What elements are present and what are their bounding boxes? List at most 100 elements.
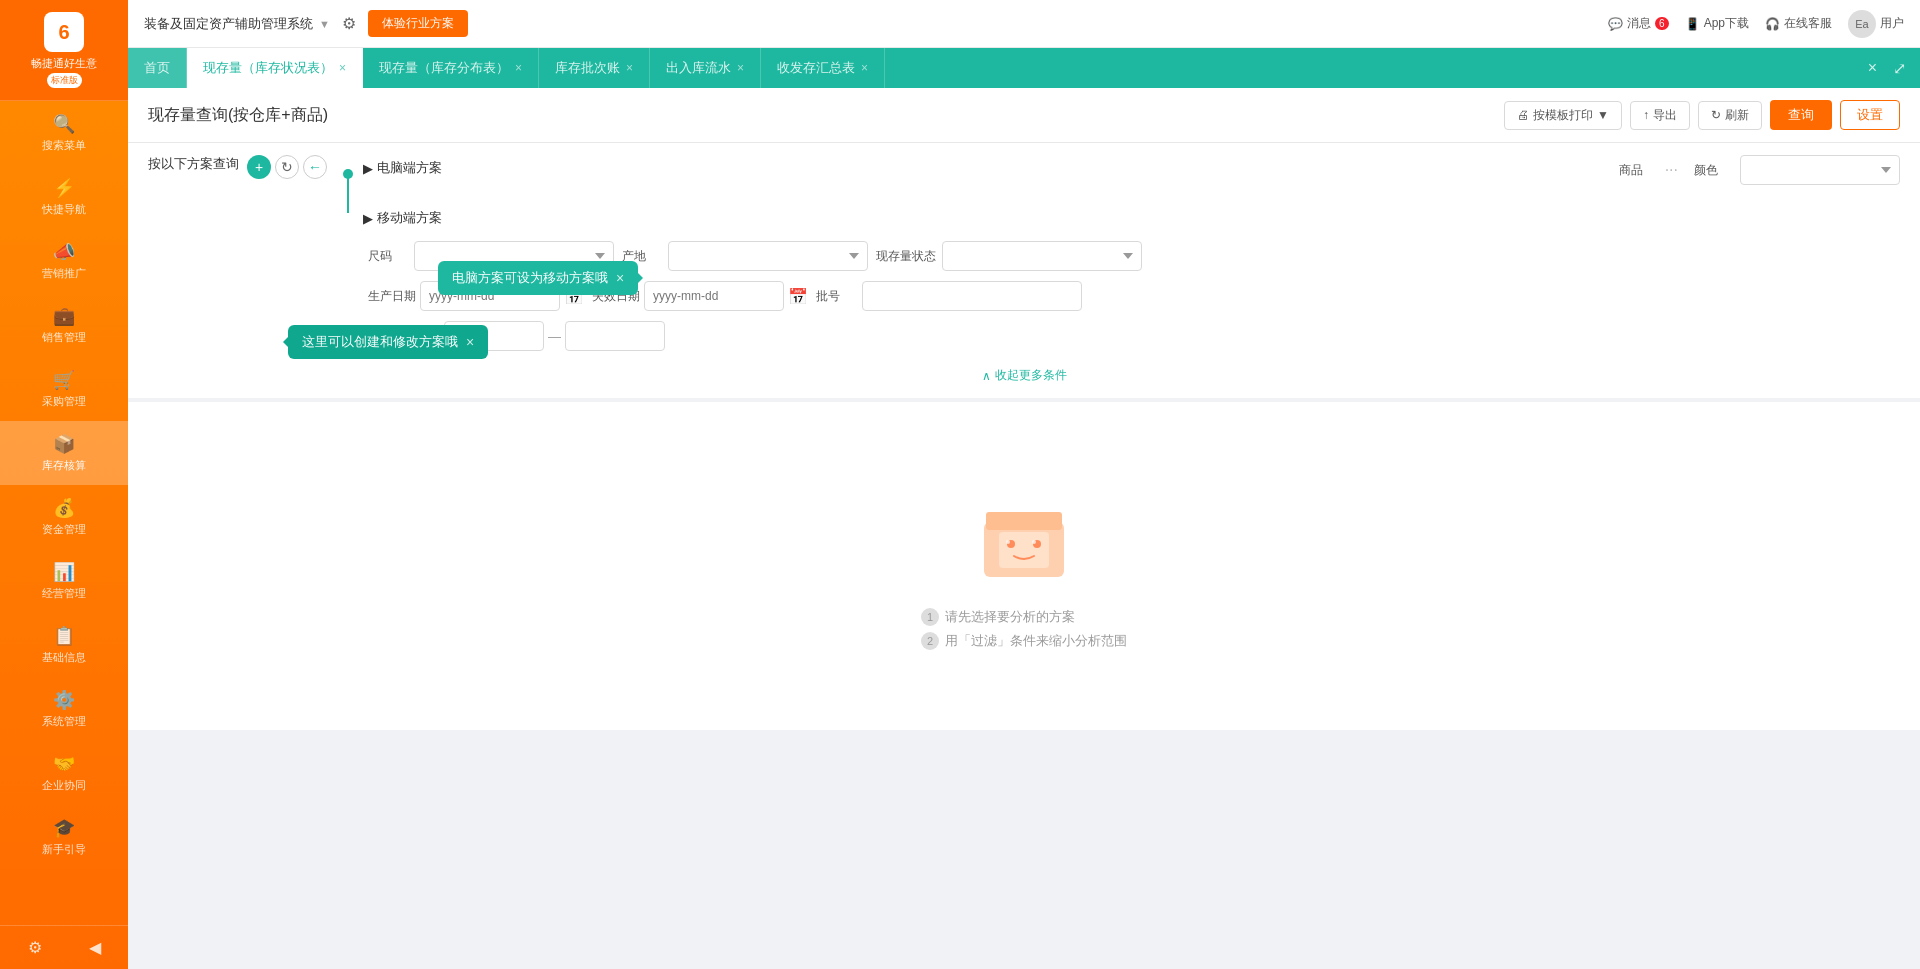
sidebar-item-label: 库存核算: [42, 458, 86, 473]
guide-icon: 🎓: [53, 817, 75, 839]
search-icon: 🔍: [53, 113, 75, 135]
scheme-desktop-label: 电脑端方案: [377, 159, 442, 177]
filter-color-label: 颜色: [1694, 162, 1734, 179]
tooltip-desktop-scheme: 电脑方案可设为移动方案哦 ×: [438, 261, 638, 295]
filter-color-select[interactable]: [1740, 155, 1900, 185]
topbar: 装备及固定资产辅助管理系统 ▼ ⚙ 体验行业方案 💬 消息 6 📱 App下载 …: [128, 0, 1920, 48]
sidebar-item-inventory[interactable]: 📦 库存核算: [0, 421, 128, 485]
tooltip1-text: 电脑方案可设为移动方案哦: [452, 269, 608, 287]
refresh-icon: ↻: [1711, 108, 1721, 122]
page-actions: 🖨 按模板打印 ▼ ↑ 导出 ↻ 刷新 查询 设置: [1504, 100, 1900, 130]
tab-batch-account-label: 库存批次账: [555, 59, 620, 77]
empty-tip-1: 1 请先选择要分析的方案: [921, 608, 1127, 626]
sidebar-item-enterprise[interactable]: 🤝 企业协同: [0, 741, 128, 805]
back-scheme-btn[interactable]: ←: [303, 155, 327, 179]
tab-in-out-flow[interactable]: 出入库流水 ×: [650, 48, 761, 88]
tab-in-out-flow-label: 出入库流水: [666, 59, 731, 77]
sidebar-item-marketing[interactable]: 📣 营销推广: [0, 229, 128, 293]
refresh-btn[interactable]: ↻ 刷新: [1698, 101, 1762, 130]
sidebar-item-search[interactable]: 🔍 搜索菜单: [0, 101, 128, 165]
filter-item-color: 颜色: [1694, 155, 1900, 185]
tab-inventory-status[interactable]: 现存量（库存状况表） ×: [187, 48, 363, 88]
sidebar-item-sales[interactable]: 💼 销售管理: [0, 293, 128, 357]
settings-bottom-btn[interactable]: ⚙: [24, 934, 46, 961]
topbar-system: 装备及固定资产辅助管理系统 ▼: [144, 15, 330, 33]
filter-area: 按以下方案查询 + ↻ ← ▶ 电脑端方案: [128, 143, 1920, 398]
settings-icon[interactable]: ⚙: [342, 14, 356, 33]
phone-icon: 📱: [1685, 17, 1700, 31]
app-download-btn[interactable]: 📱 App下载: [1685, 15, 1749, 32]
logo-char: 6: [58, 21, 69, 44]
collapse-sidebar-btn[interactable]: ◀: [85, 934, 105, 961]
online-service-btn[interactable]: 🎧 在线客服: [1765, 15, 1832, 32]
sidebar-item-finance[interactable]: 💰 资金管理: [0, 485, 128, 549]
tab-inventory-status-close[interactable]: ×: [339, 61, 346, 75]
export-btn[interactable]: ↑ 导出: [1630, 101, 1690, 130]
filter-item-goods: 商品 ···: [1619, 161, 1678, 179]
scheme-item-mobile[interactable]: ▶ 移动端方案: [363, 209, 442, 227]
tab-batch-account[interactable]: 库存批次账 ×: [539, 48, 650, 88]
sidebar-item-basic[interactable]: 📋 基础信息: [0, 613, 128, 677]
refresh-scheme-btn[interactable]: ↻: [275, 155, 299, 179]
tab-home[interactable]: 首页: [128, 48, 187, 88]
tab-receive-summary[interactable]: 收发存汇总表 ×: [761, 48, 885, 88]
message-btn[interactable]: 💬 消息 6: [1608, 15, 1669, 32]
user-info[interactable]: Ea 用户: [1848, 10, 1904, 38]
logo-badge: 标准版: [47, 73, 82, 88]
collapse-label: 收起更多条件: [995, 367, 1067, 384]
add-scheme-btn[interactable]: +: [247, 155, 271, 179]
sidebar-item-label: 快捷导航: [42, 202, 86, 217]
marketing-icon: 📣: [53, 241, 75, 263]
filter-stock-qty-sep: —: [548, 329, 561, 344]
filter-item-stock-status: 现存量状态: [876, 241, 1142, 271]
sidebar-item-purchase[interactable]: 🛒 采购管理: [0, 357, 128, 421]
collapse-btn[interactable]: ∧ 收起更多条件: [148, 361, 1900, 390]
tooltip1-close[interactable]: ×: [616, 270, 624, 286]
tab-in-out-flow-close[interactable]: ×: [737, 61, 744, 75]
sidebar-item-label: 基础信息: [42, 650, 86, 665]
tab-inventory-status-label: 现存量（库存状况表）: [203, 59, 333, 77]
filter-goods-label: 商品: [1619, 162, 1659, 179]
query-btn[interactable]: 查询: [1770, 100, 1832, 130]
filter-batch-input[interactable]: [862, 281, 1082, 311]
sidebar-item-label: 资金管理: [42, 522, 86, 537]
system-dropdown-icon[interactable]: ▼: [319, 18, 330, 30]
tab-close-all-btn[interactable]: ×: [1862, 55, 1883, 81]
sidebar-item-guide[interactable]: 🎓 新手引导: [0, 805, 128, 869]
tab-maximize-btn[interactable]: ⤢: [1887, 55, 1912, 82]
tabbar: 首页 现存量（库存状况表） × 现存量（库存分布表） × 库存批次账 × 出入库…: [128, 48, 1920, 88]
trial-button[interactable]: 体验行业方案: [368, 10, 468, 37]
sidebar-item-system[interactable]: ⚙️ 系统管理: [0, 677, 128, 741]
logo-icon: 6: [44, 12, 84, 52]
sidebar-item-operations[interactable]: 📊 经营管理: [0, 549, 128, 613]
tab-receive-summary-close[interactable]: ×: [861, 61, 868, 75]
reset-btn[interactable]: 设置: [1840, 100, 1900, 130]
print-label: 按模板打印: [1533, 107, 1593, 124]
system-name: 装备及固定资产辅助管理系统: [144, 15, 313, 33]
avatar-text: Ea: [1855, 18, 1868, 30]
tooltip2-close[interactable]: ×: [466, 334, 474, 350]
filter-exp-date-input[interactable]: [644, 281, 784, 311]
filter-goods-dots: ···: [1665, 161, 1678, 179]
online-service-label: 在线客服: [1784, 15, 1832, 32]
message-icon: 💬: [1608, 17, 1623, 31]
sidebar-item-quicknav[interactable]: ⚡ 快捷导航: [0, 165, 128, 229]
sidebar-logo: 6 畅捷通好生意 标准版: [0, 0, 128, 101]
scheme-item-desktop[interactable]: ▶ 电脑端方案: [363, 159, 442, 177]
print-btn[interactable]: 🖨 按模板打印 ▼: [1504, 101, 1622, 130]
tab-batch-account-close[interactable]: ×: [626, 61, 633, 75]
sidebar-nav: 🔍 搜索菜单 ⚡ 快捷导航 📣 营销推广 💼 销售管理 🛒 采购管理 📦 库存核…: [0, 101, 128, 925]
tab-inventory-dist-close[interactable]: ×: [515, 61, 522, 75]
tab-inventory-dist[interactable]: 现存量（库存分布表） ×: [363, 48, 539, 88]
app-download-label: App下载: [1704, 15, 1749, 32]
filter-stock-status-select[interactable]: [942, 241, 1142, 271]
filter-stock-qty-max[interactable]: [565, 321, 665, 351]
print-icon: 🖨: [1517, 108, 1529, 122]
exp-date-calendar-icon[interactable]: 📅: [788, 287, 808, 306]
empty-state: 1 请先选择要分析的方案 2 用「过滤」条件来缩小分析范围: [128, 402, 1920, 730]
filter-origin-select[interactable]: [668, 241, 868, 271]
logo-text: 畅捷通好生意: [31, 56, 97, 71]
tab-inventory-dist-label: 现存量（库存分布表）: [379, 59, 509, 77]
finance-icon: 💰: [53, 497, 75, 519]
user-label: 用户: [1880, 15, 1904, 32]
